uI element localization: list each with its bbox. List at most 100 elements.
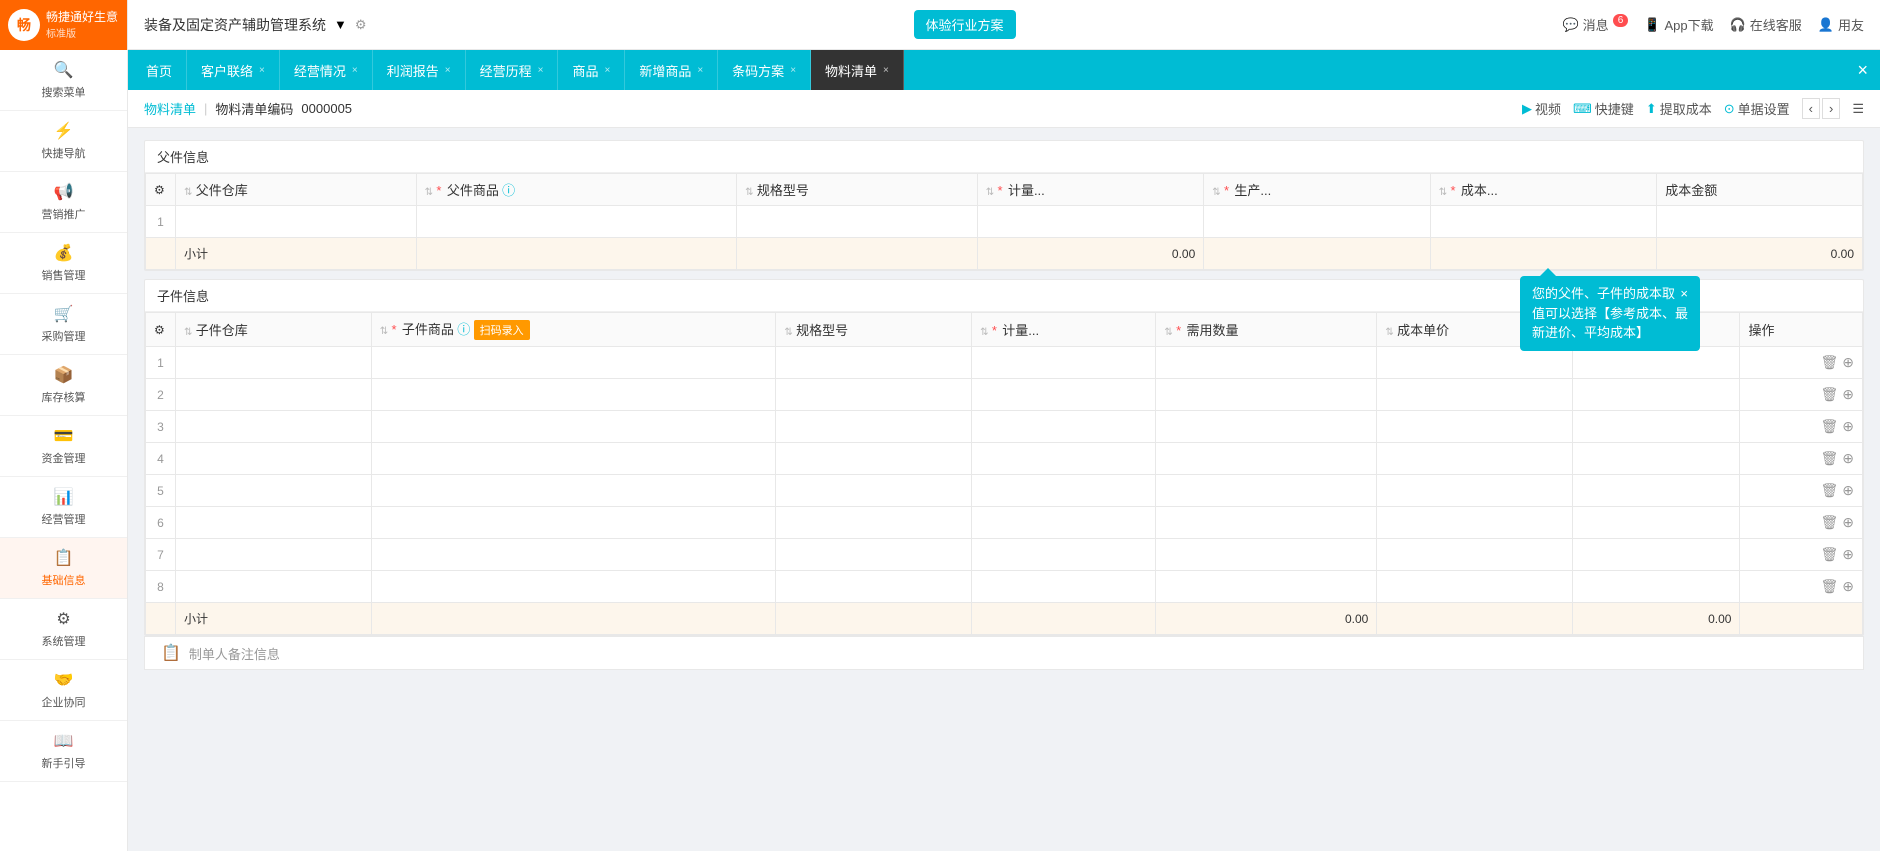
child-product-2[interactable]	[371, 379, 776, 411]
child-amount-6[interactable]	[1573, 507, 1740, 539]
sidebar-item-system[interactable]: ⚙ 系统管理	[0, 599, 127, 660]
child-unit-price-1[interactable]	[1377, 347, 1573, 379]
sidebar-item-purchase[interactable]: 🛒 采购管理	[0, 294, 127, 355]
tab-bom[interactable]: 物料清单 ×	[811, 50, 904, 90]
child-unit-price-2[interactable]	[1377, 379, 1573, 411]
tab-profit-close[interactable]: ×	[445, 65, 451, 76]
sidebar-item-finance[interactable]: 💳 资金管理	[0, 416, 127, 477]
child-col-settings[interactable]: ⚙	[146, 313, 176, 347]
delete-icon-4[interactable]: 🗑	[1820, 450, 1838, 467]
child-quantity-2[interactable]	[1156, 379, 1377, 411]
child-unit-5[interactable]	[972, 475, 1156, 507]
tab-barcode[interactable]: 条码方案 ×	[718, 50, 811, 90]
parent-warehouse-cell-1[interactable]	[176, 206, 417, 238]
video-tool[interactable]: ▶ 视频	[1522, 99, 1561, 118]
shortcut-tool[interactable]: ⌨ 快捷键	[1573, 99, 1634, 118]
copy-icon-2[interactable]: ⊕	[1842, 386, 1854, 403]
sidebar-item-marketing[interactable]: 📢 营销推广	[0, 172, 127, 233]
child-product-1[interactable]	[371, 347, 776, 379]
child-sort-icon2[interactable]: ⇅	[380, 326, 388, 337]
breadcrumb-bom[interactable]: 物料清单	[144, 99, 196, 118]
message-item[interactable]: 💬 消息 6	[1562, 15, 1628, 34]
sidebar-item-inventory[interactable]: 📦 库存核算	[0, 355, 127, 416]
close-all-tabs[interactable]: ×	[1849, 60, 1876, 81]
delete-icon-5[interactable]: 🗑	[1820, 482, 1838, 499]
tab-customer[interactable]: 客户联络 ×	[187, 50, 280, 90]
tab-new-goods[interactable]: 新增商品 ×	[625, 50, 718, 90]
tab-bom-close[interactable]: ×	[883, 65, 889, 76]
child-sort-icon4[interactable]: ⇅	[980, 327, 988, 338]
parent-col-settings[interactable]: ⚙	[146, 174, 176, 206]
child-product-5[interactable]	[371, 475, 776, 507]
tooltip-close[interactable]: ×	[1680, 284, 1688, 304]
child-unit-3[interactable]	[972, 411, 1156, 443]
dropdown-icon[interactable]: ▼	[334, 17, 347, 32]
online-service-item[interactable]: 🎧 在线客服	[1730, 15, 1802, 34]
tab-goods[interactable]: 商品 ×	[558, 50, 625, 90]
sort-icon3[interactable]: ⇅	[745, 187, 753, 198]
tab-barcode-close[interactable]: ×	[790, 65, 796, 76]
sidebar-item-search[interactable]: 🔍 搜索菜单	[0, 50, 127, 111]
sidebar-item-quick-nav[interactable]: ⚡ 快捷导航	[0, 111, 127, 172]
child-product-6[interactable]	[371, 507, 776, 539]
child-sort-icon6[interactable]: ⇅	[1385, 327, 1393, 338]
child-unit-4[interactable]	[972, 443, 1156, 475]
sort-icon2[interactable]: ⇅	[425, 187, 433, 198]
child-unit-price-6[interactable]	[1377, 507, 1573, 539]
child-quantity-4[interactable]	[1156, 443, 1377, 475]
tab-profit[interactable]: 利润报告 ×	[373, 50, 466, 90]
child-unit-2[interactable]	[972, 379, 1156, 411]
sort-icon5[interactable]: ⇅	[1212, 187, 1220, 198]
parent-amount-cell-1[interactable]	[1657, 206, 1863, 238]
child-warehouse-3[interactable]	[176, 411, 372, 443]
experience-button[interactable]: 体验行业方案	[914, 10, 1016, 39]
child-spec-7[interactable]	[776, 539, 972, 571]
tab-history-close[interactable]: ×	[538, 65, 544, 76]
child-quantity-8[interactable]	[1156, 571, 1377, 603]
child-quantity-1[interactable]	[1156, 347, 1377, 379]
copy-icon-3[interactable]: ⊕	[1842, 418, 1854, 435]
delete-icon-1[interactable]: 🗑	[1820, 354, 1838, 371]
child-unit-price-3[interactable]	[1377, 411, 1573, 443]
delete-icon-6[interactable]: 🗑	[1820, 514, 1838, 531]
delete-icon-3[interactable]: 🗑	[1820, 418, 1838, 435]
child-sort-icon5[interactable]: ⇅	[1164, 327, 1172, 338]
tab-home[interactable]: 首页	[132, 50, 187, 90]
child-quantity-3[interactable]	[1156, 411, 1377, 443]
sidebar-item-sales[interactable]: 💰 销售管理	[0, 233, 127, 294]
child-amount-8[interactable]	[1573, 571, 1740, 603]
child-unit-1[interactable]	[972, 347, 1156, 379]
child-product-3[interactable]	[371, 411, 776, 443]
child-amount-7[interactable]	[1573, 539, 1740, 571]
child-sort-icon3[interactable]: ⇅	[784, 327, 792, 338]
child-amount-4[interactable]	[1573, 443, 1740, 475]
copy-icon-6[interactable]: ⊕	[1842, 514, 1854, 531]
child-spec-3[interactable]	[776, 411, 972, 443]
parent-produce-cell-1[interactable]	[1204, 206, 1430, 238]
settings-icon[interactable]: ⚙	[355, 17, 367, 33]
prev-button[interactable]: ‹	[1802, 98, 1820, 119]
delete-icon-8[interactable]: 🗑	[1820, 578, 1838, 595]
single-settings-tool[interactable]: ⊙ 单据设置	[1724, 99, 1790, 118]
scan-button[interactable]: 扫码录入	[474, 320, 530, 340]
sort-icon[interactable]: ⇅	[184, 187, 192, 198]
copy-icon-7[interactable]: ⊕	[1842, 546, 1854, 563]
child-warehouse-7[interactable]	[176, 539, 372, 571]
delete-icon-2[interactable]: 🗑	[1820, 386, 1838, 403]
child-spec-8[interactable]	[776, 571, 972, 603]
app-download-item[interactable]: 📱 App下载	[1644, 15, 1713, 34]
list-view-tool[interactable]: ☰	[1852, 101, 1864, 117]
parent-product-cell-1[interactable]	[416, 206, 736, 238]
child-spec-4[interactable]	[776, 443, 972, 475]
tab-operations[interactable]: 经营情况 ×	[280, 50, 373, 90]
sidebar-item-guide[interactable]: 📖 新手引导	[0, 721, 127, 782]
child-product-8[interactable]	[371, 571, 776, 603]
copy-icon-8[interactable]: ⊕	[1842, 578, 1854, 595]
tab-goods-close[interactable]: ×	[604, 65, 610, 76]
child-spec-1[interactable]	[776, 347, 972, 379]
child-spec-5[interactable]	[776, 475, 972, 507]
extract-cost-tool[interactable]: ⬆ 提取成本	[1646, 99, 1712, 118]
copy-icon-1[interactable]: ⊕	[1842, 354, 1854, 371]
child-spec-6[interactable]	[776, 507, 972, 539]
parent-spec-cell-1[interactable]	[737, 206, 978, 238]
